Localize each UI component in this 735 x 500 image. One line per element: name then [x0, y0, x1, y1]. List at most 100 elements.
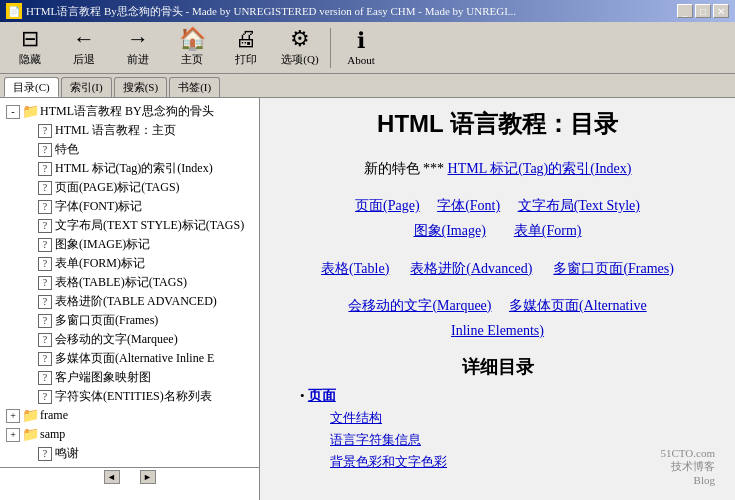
q-icon: ?: [38, 333, 52, 347]
scroll-right-btn[interactable]: ►: [140, 470, 156, 484]
toolbar: ⊟ 隐藏 ← 后退 → 前进 🏠 主页 🖨 打印 ⚙ 选项(Q) ℹ About: [0, 22, 735, 74]
root-expand[interactable]: -: [6, 105, 20, 119]
tree-item-label: 特色: [55, 141, 79, 158]
tab-search[interactable]: 搜索(S): [114, 77, 167, 97]
list-item[interactable]: ? 字体(FONT)标记: [2, 197, 257, 216]
charset-link[interactable]: 语言字符集信息: [330, 432, 421, 447]
file-structure-item: 文件结构: [330, 409, 715, 427]
tree-item-label: 多窗口页面(Frames): [55, 312, 158, 329]
back-label: 后退: [73, 52, 95, 67]
main-area: - 📁 HTML语言教程 BY思念狗的骨头 ? HTML 语言教程：主页 ? 特…: [0, 98, 735, 500]
forward-button[interactable]: → 前进: [112, 25, 164, 71]
scroll-left-btn[interactable]: ◄: [104, 470, 120, 484]
about-button[interactable]: ℹ About: [335, 25, 387, 71]
table-link[interactable]: 表格(Table): [321, 261, 389, 276]
watermark-line1: 51CTO.com: [661, 447, 716, 459]
options-button[interactable]: ⚙ 选项(Q): [274, 25, 326, 71]
list-item[interactable]: ? 会移动的文字(Marquee): [2, 330, 257, 349]
print-icon: 🖨: [235, 28, 257, 50]
page-bullet-link[interactable]: 页面: [308, 388, 336, 403]
frames-link[interactable]: 多窗口页面(Frames): [553, 261, 674, 276]
list-item[interactable]: ? 文字布局(TEXT STYLE)标记(TAGS): [2, 216, 257, 235]
page-sub-links: 文件结构 语言字符集信息 背景色彩和文字色彩: [330, 409, 715, 471]
samp-expand[interactable]: +: [6, 428, 20, 442]
forward-icon: →: [127, 28, 149, 50]
home-button[interactable]: 🏠 主页: [166, 25, 218, 71]
q-icon: ?: [38, 295, 52, 309]
print-button[interactable]: 🖨 打印: [220, 25, 272, 71]
scroll-arrows: ◄ ►: [0, 467, 259, 486]
list-item[interactable]: ? 表格(TABLE)标记(TAGS): [2, 273, 257, 292]
q-icon: ?: [38, 200, 52, 214]
tree-root[interactable]: - 📁 HTML语言教程 BY思念狗的骨头: [2, 102, 257, 121]
list-item[interactable]: ? 页面(PAGE)标记(TAGS): [2, 178, 257, 197]
multimedia-link[interactable]: 多媒体页面(Alternative: [509, 298, 647, 313]
tree-folder-frame[interactable]: + 📁 frame: [2, 406, 257, 425]
minimize-button[interactable]: _: [677, 4, 693, 18]
image-link[interactable]: 图象(Image): [414, 223, 486, 238]
multimedia-link2[interactable]: Inline Elements): [451, 323, 544, 338]
watermark-line3: Blog: [661, 474, 716, 486]
file-structure-link[interactable]: 文件结构: [330, 410, 382, 425]
tab-bookmarks[interactable]: 书签(I): [169, 77, 220, 97]
links-row-1: 页面(Page) 字体(Font) 文字布局(Text Style) 图象(Im…: [280, 193, 715, 243]
tree-item-label: 字体(FONT)标记: [55, 198, 142, 215]
list-item[interactable]: ? 客户端图象映射图: [2, 368, 257, 387]
left-panel: - 📁 HTML语言教程 BY思念狗的骨头 ? HTML 语言教程：主页 ? 特…: [0, 98, 260, 500]
list-item[interactable]: ? 鸣谢: [2, 444, 257, 463]
options-icon: ⚙: [290, 28, 310, 50]
marquee-link[interactable]: 会移动的文字(Marquee): [348, 298, 491, 313]
list-item[interactable]: ? HTML 语言教程：主页: [2, 121, 257, 140]
detail-section-title: 详细目录: [280, 355, 715, 379]
options-label: 选项(Q): [281, 52, 318, 67]
list-item[interactable]: ? 多媒体页面(Alternative Inline E: [2, 349, 257, 368]
tree-item-label: HTML 标记(Tag)的索引(Index): [55, 160, 213, 177]
tree-item-label: 页面(PAGE)标记(TAGS): [55, 179, 180, 196]
bullet-dot: •: [300, 388, 308, 403]
q-icon: ?: [38, 219, 52, 233]
close-button[interactable]: ✕: [713, 4, 729, 18]
list-item[interactable]: ? 图象(IMAGE)标记: [2, 235, 257, 254]
back-icon: ←: [73, 28, 95, 50]
root-folder-icon: 📁: [22, 104, 38, 120]
list-item[interactable]: ? 多窗口页面(Frames): [2, 311, 257, 330]
list-item[interactable]: ? 表单(FORM)标记: [2, 254, 257, 273]
tree-item-label: 文字布局(TEXT STYLE)标记(TAGS): [55, 217, 244, 234]
q-icon: ?: [38, 143, 52, 157]
feature-text: 新的特色 ***: [364, 161, 448, 176]
page-link[interactable]: 页面(Page): [355, 198, 420, 213]
list-item[interactable]: ? 表格进阶(TABLE ADVANCED): [2, 292, 257, 311]
frame-expand[interactable]: +: [6, 409, 20, 423]
right-panel: HTML 语言教程：目录 新的特色 *** HTML 标记(Tag)的索引(In…: [260, 98, 735, 500]
tree-folder-samp-label: samp: [40, 426, 65, 443]
tree-item-label: 图象(IMAGE)标记: [55, 236, 150, 253]
bgcolor-link[interactable]: 背景色彩和文字色彩: [330, 454, 447, 469]
watermark: 51CTO.com 技术博客 Blog: [661, 447, 716, 486]
list-item[interactable]: ? HTML 标记(Tag)的索引(Index): [2, 159, 257, 178]
title-bar-text: HTML语言教程 By思念狗的骨头 - Made by UNREGISTERED…: [26, 4, 516, 19]
bullet-item-page: • 页面: [300, 387, 715, 405]
tree-item-label: 字符实体(ENTITIES)名称列表: [55, 388, 212, 405]
tab-contents[interactable]: 目录(C): [4, 77, 59, 97]
back-button[interactable]: ← 后退: [58, 25, 110, 71]
app-icon: 📄: [6, 3, 22, 19]
form-link[interactable]: 表单(Form): [514, 223, 582, 238]
font-link[interactable]: 字体(Font): [437, 198, 500, 213]
tree-item-label: 多媒体页面(Alternative Inline E: [55, 350, 214, 367]
maximize-button[interactable]: □: [695, 4, 711, 18]
hide-button[interactable]: ⊟ 隐藏: [4, 25, 56, 71]
advanced-link[interactable]: 表格进阶(Advanced): [410, 261, 532, 276]
q-icon: ?: [38, 124, 52, 138]
list-item[interactable]: ? 字符实体(ENTITIES)名称列表: [2, 387, 257, 406]
q-icon: ?: [38, 162, 52, 176]
list-item[interactable]: ? 特色: [2, 140, 257, 159]
print-label: 打印: [235, 52, 257, 67]
charset-item: 语言字符集信息: [330, 431, 715, 449]
hide-label: 隐藏: [19, 52, 41, 67]
textstyle-link[interactable]: 文字布局(Text Style): [518, 198, 640, 213]
samp-folder-icon: 📁: [22, 427, 38, 443]
tree-folder-samp[interactable]: + 📁 samp: [2, 425, 257, 444]
tab-index[interactable]: 索引(I): [61, 77, 112, 97]
index-link[interactable]: HTML 标记(Tag)的索引(Index): [448, 161, 632, 176]
links-row-3: 会移动的文字(Marquee) 多媒体页面(Alternative Inline…: [280, 293, 715, 343]
